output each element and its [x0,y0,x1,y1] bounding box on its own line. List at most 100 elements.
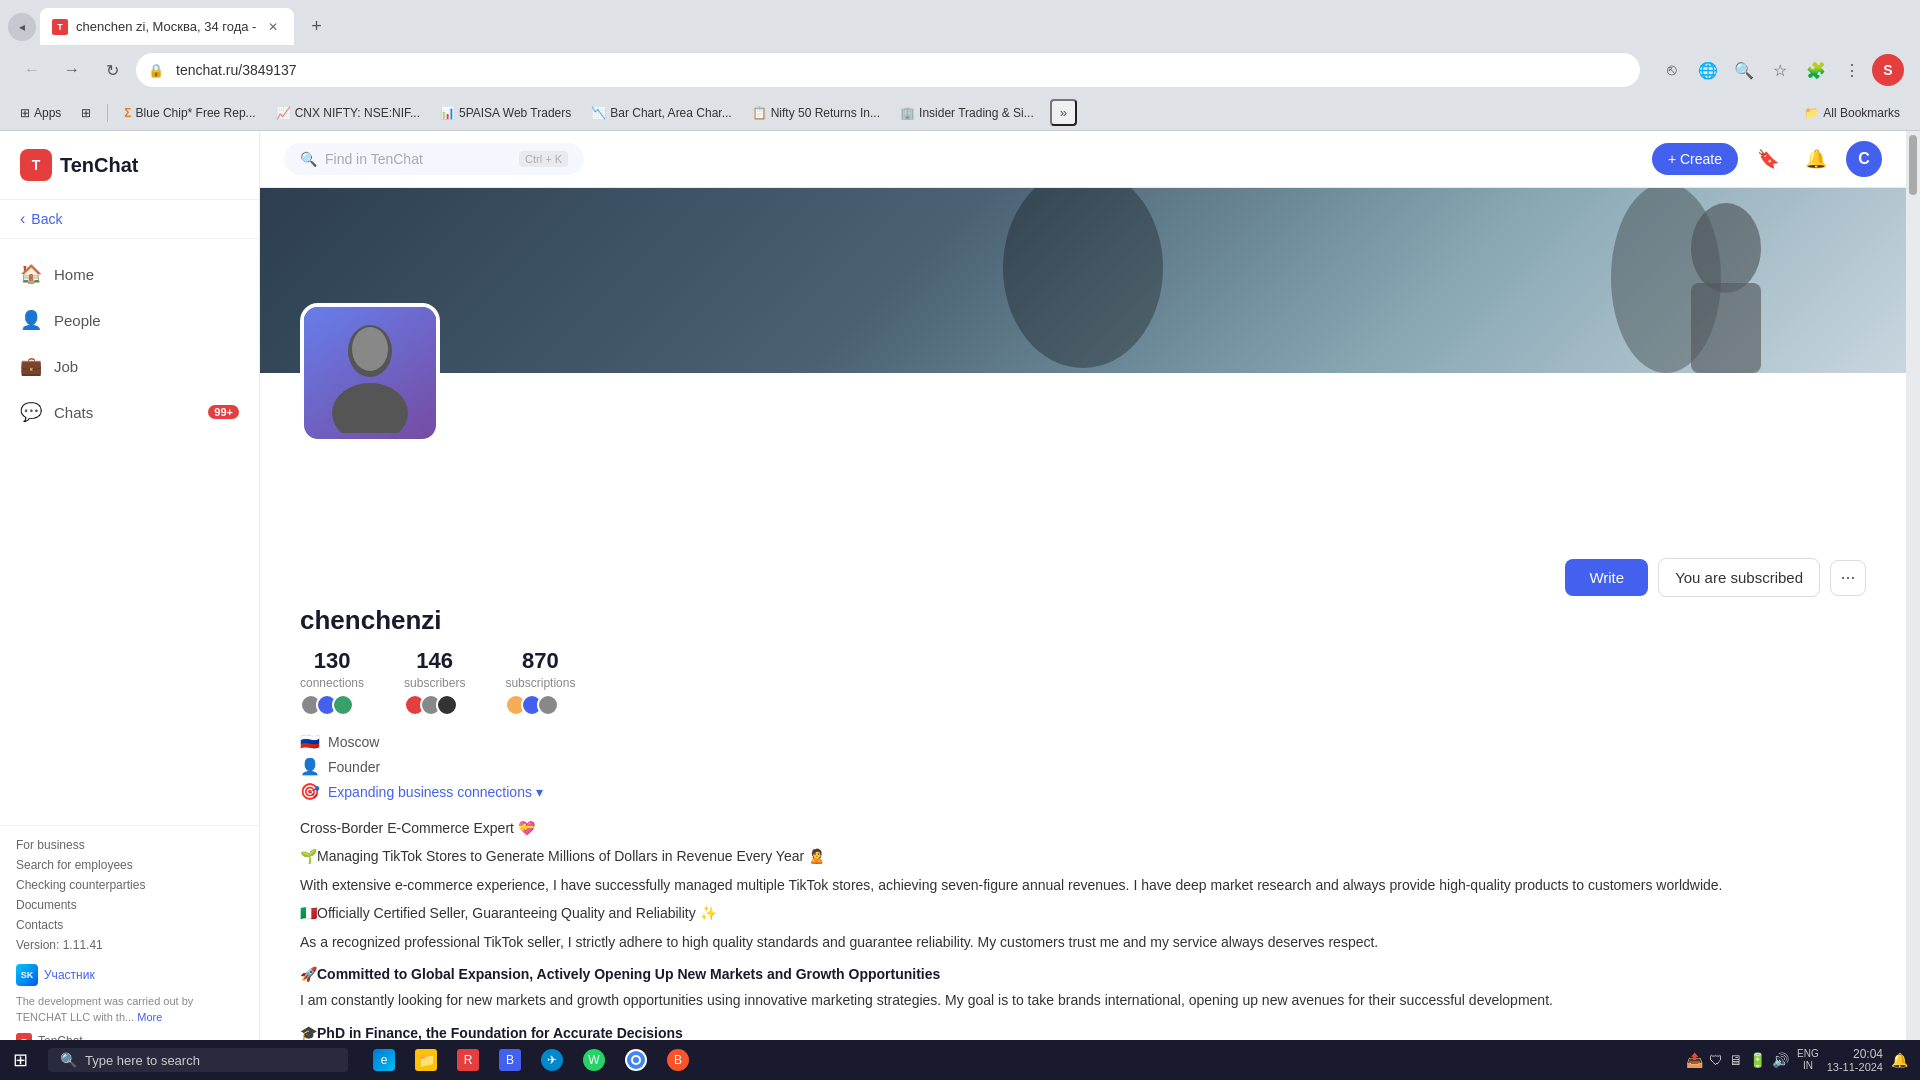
sidebar-navigation: 🏠 Home 👤 People 💼 Job 💬 Chats 99+ [0,239,259,825]
extensions-button[interactable]: 🧩 [1800,54,1832,86]
more-options-button[interactable]: ··· [1830,560,1866,596]
profile-name: chenchenzi [300,605,1866,636]
translate-button[interactable]: 🌐 [1692,54,1724,86]
stat-connections[interactable]: 130 connections [300,648,364,716]
taskbar-app-folder[interactable]: 📁 [406,1040,446,1080]
notifications-button[interactable]: 🔔 [1798,141,1834,177]
taskbar-right: 📤 🛡 🖥 🔋 🔊 ENG IN 20:04 13-11-2024 🔔 [1686,1047,1920,1073]
taskbar-app-blue[interactable]: B [490,1040,530,1080]
address-input[interactable] [136,53,1640,87]
footer-for-business[interactable]: For business [16,838,243,852]
footer-contacts[interactable]: Contacts [16,918,243,932]
connections-label: connections [300,676,364,690]
bookmark-apps-grid[interactable]: ⊞ [73,102,99,124]
edge-icon: e [373,1049,395,1071]
target-icon: 🎯 [300,782,320,801]
badge-sk-icon: SK [21,970,34,980]
active-tab[interactable]: T chenchen zi, Москва, 34 года - ✕ [40,8,294,45]
subscribed-button[interactable]: You are subscribed [1658,558,1820,597]
reload-button[interactable]: ↻ [96,54,128,86]
goal-link[interactable]: Expanding business connections ▾ [328,784,543,800]
footer-more-link[interactable]: More [137,1011,162,1023]
tab-history-back[interactable]: ◂ [8,13,36,41]
language-text: ENG [1797,1048,1819,1060]
bookmark-apps[interactable]: ⊞ Apps [12,102,69,124]
start-button[interactable]: ⊞ [0,1040,40,1080]
sidebar-item-people[interactable]: 👤 People [0,297,259,343]
write-button[interactable]: Write [1565,559,1648,596]
sidebar-item-chats[interactable]: 💬 Chats 99+ [0,389,259,435]
taskbar-clock[interactable]: 20:04 13-11-2024 [1827,1047,1883,1073]
location-row: 🇷🇺 Moscow [300,732,1866,751]
bookmark-nifty[interactable]: 📋 Nifty 50 Returns In... [744,102,888,124]
open-tab-button[interactable]: ⎋ [1656,54,1688,86]
bookmark-star-button[interactable]: ☆ [1764,54,1796,86]
bio-line-1: 🌱Managing TikTok Stores to Generate Mill… [300,845,1866,867]
footer-checking-counterparties[interactable]: Checking counterparties [16,878,243,892]
language-indicator: ENG IN [1797,1048,1819,1072]
taskbar-app-red[interactable]: R [448,1040,488,1080]
new-tab-button[interactable]: + [302,13,330,41]
search-button[interactable]: 🔍 [1728,54,1760,86]
taskbar-app-brave[interactable]: B [658,1040,698,1080]
bookmark-barchart[interactable]: 📉 Bar Chart, Area Char... [583,102,739,124]
svg-point-8 [633,1057,639,1063]
scrollbar-thumb[interactable] [1909,135,1917,195]
sidebar-item-home[interactable]: 🏠 Home [0,251,259,297]
goal-row[interactable]: 🎯 Expanding business connections ▾ [300,782,1866,801]
subscriptions-label: subscriptions [505,676,575,690]
taskbar-app-whatsapp[interactable]: W [574,1040,614,1080]
badge-label: Участник [44,968,95,982]
bookmark-button[interactable]: 🔖 [1750,141,1786,177]
tab-favicon: T [52,19,68,35]
battery-icon[interactable]: 🔋 [1749,1052,1766,1068]
time-display: 20:04 [1827,1047,1883,1061]
forward-button[interactable]: → [56,54,88,86]
connections-avatars [300,694,364,716]
taskbar-app-edge[interactable]: e [364,1040,404,1080]
location-text: Moscow [328,734,379,750]
back-icon: ‹ [20,210,25,228]
user-avatar[interactable]: C [1846,141,1882,177]
tab-close-button[interactable]: ✕ [264,18,282,36]
tenchat-header: 🔍 Find in TenChat Ctrl + K + Create 🔖 🔔 … [260,131,1906,188]
bookmarks-more-button[interactable]: » [1050,99,1077,126]
sidebar-logo[interactable]: T TenChat [0,131,259,200]
profile-bio: Cross-Border E-Commerce Expert 💝 🌱Managi… [300,817,1866,1076]
footer-documents[interactable]: Documents [16,898,243,912]
search-bar[interactable]: 🔍 Find in TenChat Ctrl + K [284,143,584,175]
search-placeholder-text: Find in TenChat [325,151,423,167]
profile-cover-photo [260,188,1906,373]
subscribers-avatars [404,694,465,716]
whatsapp-icon: W [583,1049,605,1071]
notification-icon[interactable]: 🔔 [1891,1052,1908,1068]
chats-icon: 💬 [20,401,42,423]
right-scrollbar[interactable] [1906,131,1920,1076]
stat-subscriptions[interactable]: 870 subscriptions [505,648,575,716]
browser-menu-button[interactable]: ⋮ [1836,54,1868,86]
display-icon[interactable]: 🖥 [1729,1052,1743,1068]
send-icon[interactable]: 📤 [1686,1052,1703,1068]
taskbar-app-telegram[interactable]: ✈ [532,1040,572,1080]
taskbar-search[interactable]: 🔍 Type here to search [48,1048,348,1072]
bookmark-insider[interactable]: 🏢 Insider Trading & Si... [892,102,1042,124]
volume-icon[interactable]: 🔊 [1772,1052,1789,1068]
footer-search-employees[interactable]: Search for employees [16,858,243,872]
flag-icon: 🇷🇺 [300,732,320,751]
taskbar-app-chrome[interactable] [616,1040,656,1080]
cover-silhouette [1606,188,1806,373]
stat-subscribers[interactable]: 146 subscribers [404,648,465,716]
shield-icon[interactable]: 🛡 [1709,1052,1723,1068]
bookmark-cnx[interactable]: 📈 CNX NIFTY: NSE:NIF... [268,102,428,124]
all-bookmarks-link[interactable]: 📁 All Bookmarks [1796,102,1908,124]
bookmark-sigma[interactable]: Σ Blue Chip* Free Rep... [116,102,263,124]
profile-button[interactable]: S [1872,54,1904,86]
bookmark-5paisa[interactable]: 📊 5PAISA Web Traders [432,102,579,124]
back-button[interactable]: ← [16,54,48,86]
job-icon: 💼 [20,355,42,377]
home-icon: 🏠 [20,263,42,285]
back-button[interactable]: ‹ Back [0,200,259,239]
subscriber-avatar-3 [436,694,458,716]
sidebar-item-job[interactable]: 💼 Job [0,343,259,389]
create-button[interactable]: + Create [1652,143,1738,175]
